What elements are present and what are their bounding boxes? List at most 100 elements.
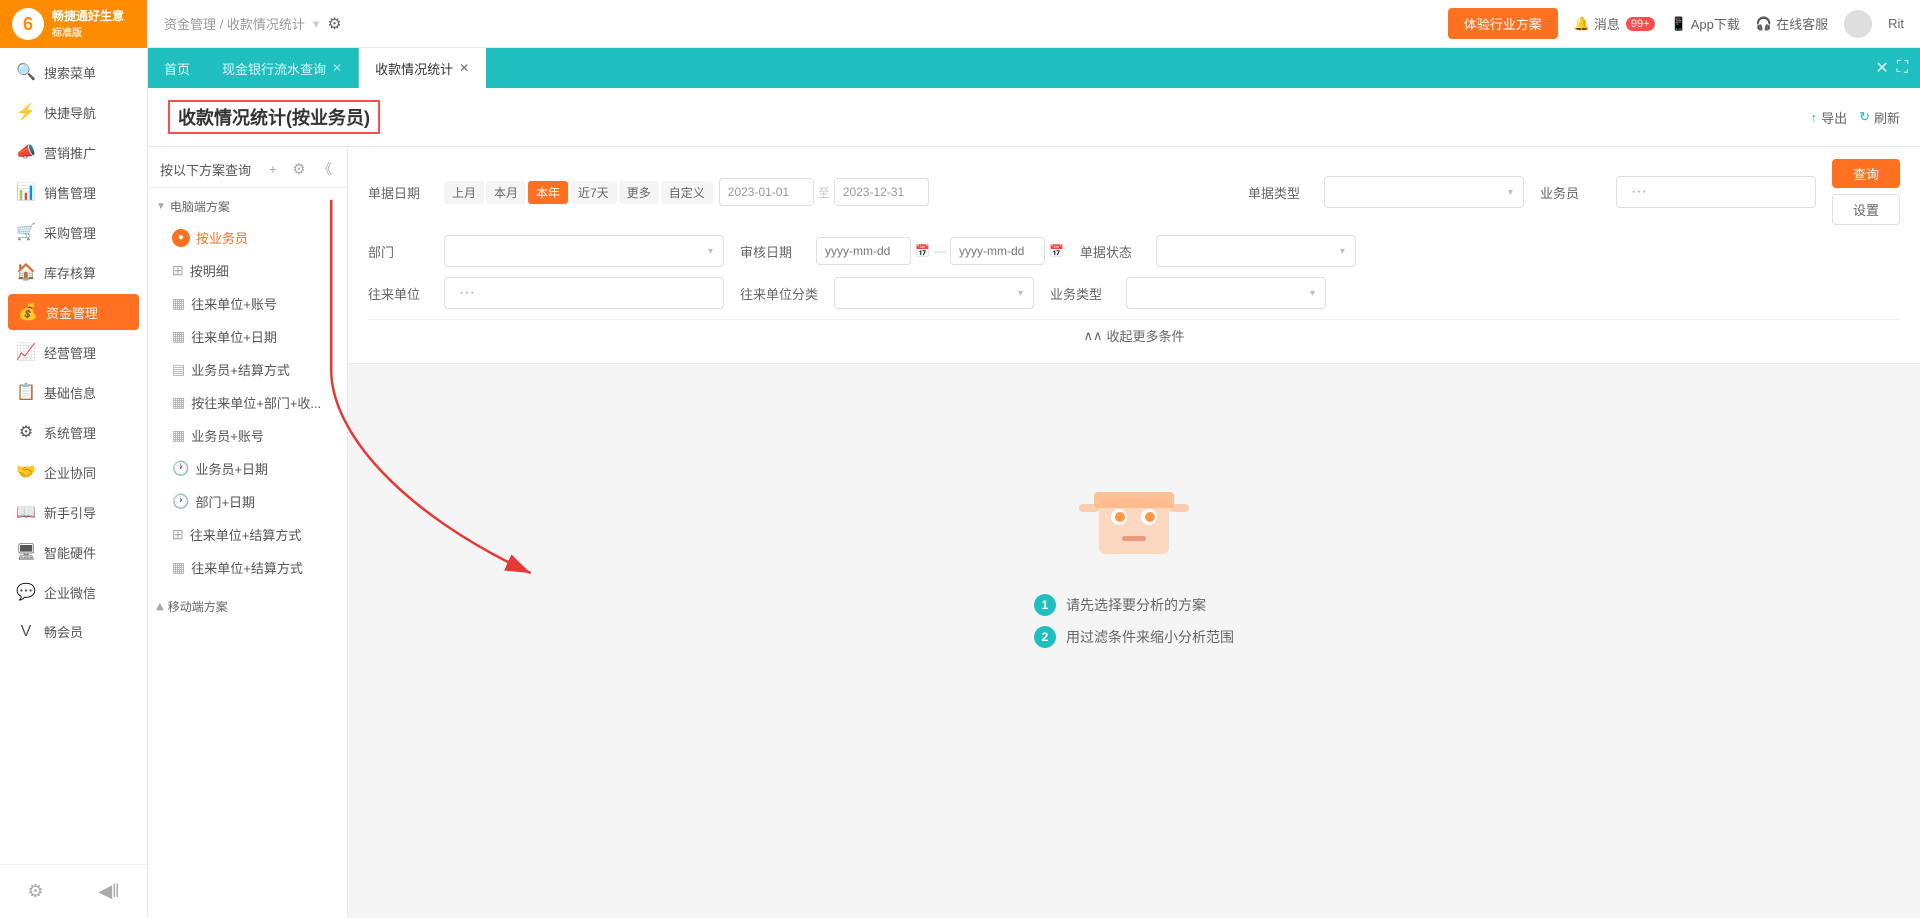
quick-nav-icon: ⚡ [16,102,36,122]
clock-icon: 🕐 [172,493,189,510]
dept-field[interactable]: ▾ [444,235,724,267]
scheme-item-by-unit-account[interactable]: ▦ 往来单位+账号 [148,287,347,320]
page-area: 收款情况统计(按业务员) ↑ 导出 ↻ 刷新 [148,88,1920,918]
review-date-to-input[interactable] [950,237,1045,265]
sidebar-item-label: 智能硬件 [44,543,96,562]
guide-icon: 📖 [16,502,36,522]
sales-icon: 📊 [16,182,36,202]
chevron-down-icon: ▾ [1310,288,1315,299]
sidebar-item-marketing[interactable]: 📣 营销推广 [0,132,147,172]
online-service-btn[interactable]: 🎧 在线客服 [1756,14,1828,33]
app-download-btn[interactable]: 📱 App下载 [1671,14,1740,33]
scheme-settings-btn[interactable]: ⚙ [289,159,309,179]
scheme-item-by-unit-dept[interactable]: ▦ 按往来单位+部门+收... [148,386,347,419]
scheme-add-btn[interactable]: + [263,159,283,179]
filter-actions: 查询 设置 [1832,159,1900,225]
tab-collection-stats-close[interactable]: ✕ [459,61,469,75]
scheme-item-icon: ▦ [172,559,185,576]
left-panel: 按以下方案查询 + ⚙ 《 ▼ 电脑端方案 ● 按业务员 [148,147,348,918]
export-btn[interactable]: ↑ 导出 [1811,108,1848,127]
date-dash: 至 [818,184,830,201]
scheme-item-label: 往来单位+结算方式 [191,558,303,577]
voucher-type-field[interactable]: ▾ [1324,176,1524,208]
scheme-group-header-desktop[interactable]: ▼ 电脑端方案 [148,192,347,221]
topbar-settings-icon[interactable]: ⚙ [327,14,341,34]
sidebar-item-basic[interactable]: 📋 基础信息 [0,372,147,412]
sidebar-item-fund[interactable]: 💰 资金管理 [8,294,139,330]
partner-category-field[interactable]: ▾ [834,277,1034,309]
tab-collection-stats[interactable]: 收款情况统计 ✕ [359,48,486,88]
refresh-btn[interactable]: ↻ 刷新 [1859,108,1900,127]
filter-row-2: 部门 ▾ 审核日期 📅 — 📅 单据状态 [368,235,1900,267]
sidebar-item-quick-nav[interactable]: ⚡ 快捷导航 [0,92,147,132]
date-from-input[interactable] [719,178,814,206]
scheme-group-desktop: ▼ 电脑端方案 ● 按业务员 ⊞ 按明细 ▦ 往来单位+账号 [148,188,347,588]
breadcrumb-dropdown[interactable]: ▾ [313,16,320,32]
voucher-status-field[interactable]: ▾ [1156,235,1356,267]
fullscreen-icon[interactable]: ⛶ [1897,59,1908,77]
scheme-collapse-btn[interactable]: 《 [315,159,335,179]
date-tab-7days[interactable]: 近7天 [570,181,617,204]
tab-bank-flow[interactable]: 现金银行流水查询 ✕ [206,48,359,88]
settings-btn[interactable]: 设置 [1832,194,1900,225]
scheme-item-by-dept-date[interactable]: 🕐 部门+日期 [148,485,347,518]
scheme-item-by-salesperson-account[interactable]: ▦ 业务员+账号 [148,419,347,452]
date-tab-custom[interactable]: 自定义 [661,181,713,204]
sidebar-item-sales[interactable]: 📊 销售管理 [0,172,147,212]
sidebar-item-label: 采购管理 [44,223,96,242]
avatar[interactable] [1844,10,1872,38]
enterprise-icon: 🤝 [16,462,36,482]
scheme-group-header-mobile[interactable]: ▶ 移动端方案 [148,592,347,621]
scheme-item-by-unit-date[interactable]: ▦ 往来单位+日期 [148,320,347,353]
sidebar-item-search-menu[interactable]: 🔍 搜索菜单 [0,52,147,92]
scheme-item-icon: ⊞ [172,526,184,543]
collapse-more-btn[interactable]: ∧∧ 收起更多条件 [368,319,1900,351]
query-btn[interactable]: 查询 [1832,159,1900,188]
scheme-item-icon: ▦ [172,328,185,345]
sidebar-settings-icon[interactable]: ⚙ [21,875,49,908]
dots-icon[interactable]: ··· [1627,183,1651,201]
scheme-header: 按以下方案查询 + ⚙ 《 [148,147,347,188]
scheme-item-by-detail[interactable]: ⊞ 按明细 [148,254,347,287]
date-tab-more[interactable]: 更多 [619,181,659,204]
sidebar-item-purchase[interactable]: 🛒 采购管理 [0,212,147,252]
sidebar-item-label: 企业协同 [44,463,96,482]
partner-field[interactable]: ··· [444,277,724,309]
scheme-item-by-unit-settlement[interactable]: ⊞ 往来单位+结算方式 [148,518,347,551]
sidebar-item-member[interactable]: V 畅会员 [0,612,147,651]
close-all-icon[interactable]: ✕ [1875,58,1888,78]
date-tab-this-month[interactable]: 本月 [486,181,526,204]
empty-step-2: 2 用过滤条件来缩小分析范围 [1034,626,1234,648]
date-tab-this-year[interactable]: 本年 [528,181,568,204]
date-tab-last-month[interactable]: 上月 [444,181,484,204]
voucher-status-label: 单据状态 [1080,242,1140,261]
sidebar-item-system[interactable]: ⚙ 系统管理 [0,412,147,452]
messages-btn[interactable]: 🔔 消息 99+ [1574,14,1655,33]
partner-category-label: 往来单位分类 [740,284,818,303]
sidebar-item-inventory[interactable]: 🏠 库存核算 [0,252,147,292]
review-date-from-input[interactable] [816,237,911,265]
sidebar-item-operation[interactable]: 📈 经营管理 [0,332,147,372]
refresh-label: 刷新 [1874,108,1900,127]
sidebar-item-hardware[interactable]: 🖥 智能硬件 [0,532,147,572]
trial-btn[interactable]: 体验行业方案 [1448,8,1558,39]
salesperson-field[interactable]: ··· [1616,176,1816,208]
scheme-header-actions: + ⚙ 《 [263,159,335,179]
dots-icon[interactable]: ··· [455,284,479,302]
sidebar-item-wechat[interactable]: 💬 企业微信 [0,572,147,612]
sidebar-item-label: 库存核算 [44,263,96,282]
topbar-right: 体验行业方案 🔔 消息 99+ 📱 App下载 🎧 在线客服 Rit [1448,8,1904,39]
scheme-item-by-salesperson[interactable]: ● 按业务员 [148,221,347,254]
business-type-field[interactable]: ▾ [1126,277,1326,309]
sidebar-item-guide[interactable]: 📖 新手引导 [0,492,147,532]
date-to-input[interactable] [834,178,929,206]
sidebar-collapse-icon[interactable]: ◀‖ [92,875,125,908]
tab-bank-flow-close[interactable]: ✕ [332,61,342,75]
sidebar-item-enterprise[interactable]: 🤝 企业协同 [0,452,147,492]
scheme-item-by-salesperson-settlement[interactable]: ▤ 业务员+结算方式 [148,353,347,386]
scheme-item-by-unit-settlement2[interactable]: ▦ 往来单位+结算方式 [148,551,347,584]
page-title: 收款情况统计(按业务员) [168,100,380,134]
sidebar-item-label: 系统管理 [44,423,96,442]
tab-home[interactable]: 首页 [148,59,206,78]
scheme-item-by-salesperson-date[interactable]: 🕐 业务员+日期 [148,452,347,485]
